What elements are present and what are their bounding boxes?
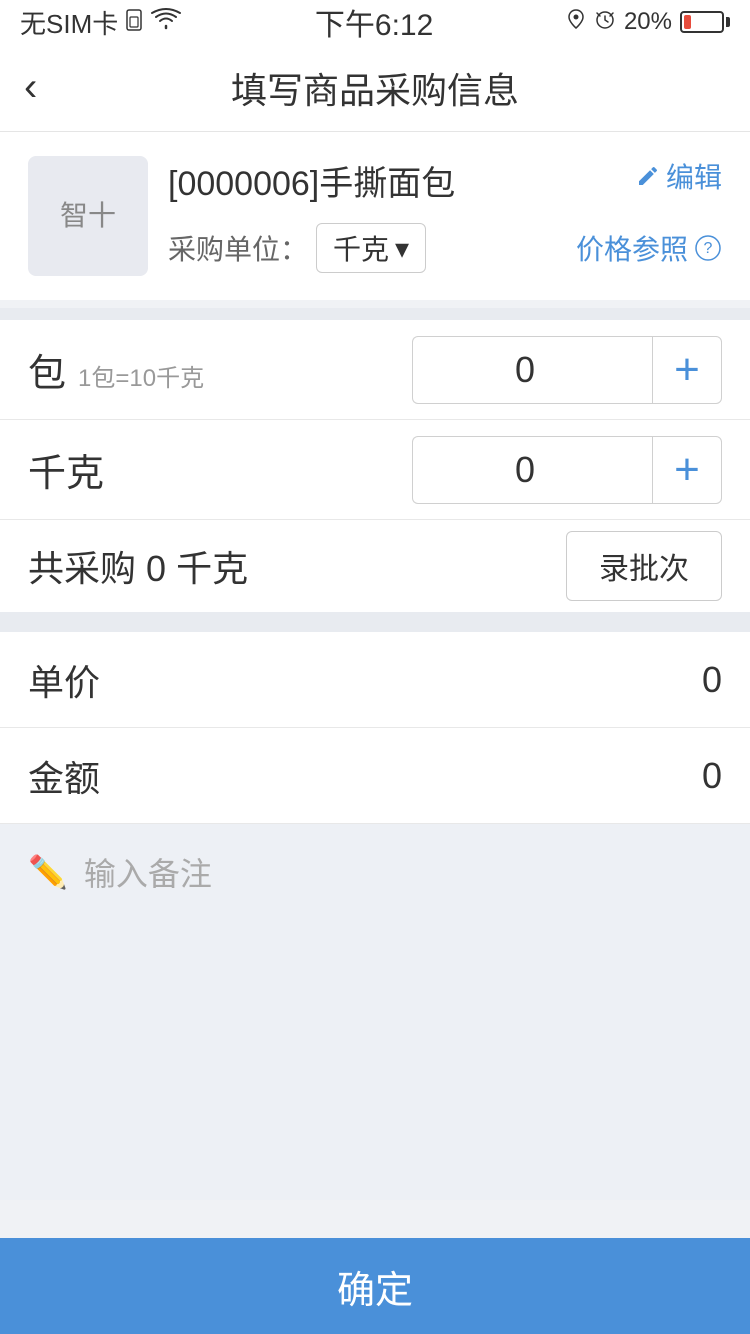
product-card: 智十 [0000006]手撕面包 编辑 采购单位： 千克 ▾ 价格参照	[0, 132, 750, 308]
bag-input-row: 包 1包=10千克 +	[0, 320, 750, 420]
kg-main-label: 千克	[28, 442, 104, 497]
divider-2	[0, 620, 750, 632]
carrier-label: 无SIM卡	[20, 4, 118, 41]
unit-price-row: 单价 0	[0, 632, 750, 728]
bag-input-right: +	[228, 336, 722, 404]
nav-bar: ‹ 填写商品采购信息	[0, 44, 750, 132]
amount-label: 金额	[28, 750, 100, 802]
price-info-section: 单价 0 金额 0	[0, 632, 750, 824]
summary-row: 共采购 0 千克 录批次	[0, 520, 750, 620]
product-logo: 智十	[60, 199, 116, 233]
status-time: 下午6:12	[315, 0, 433, 44]
wifi-icon	[150, 7, 182, 38]
unit-label: 采购单位： 千克 ▾	[168, 223, 426, 273]
amount-row: 金额 0	[0, 728, 750, 824]
sim-icon	[126, 7, 142, 38]
summary-text: 共采购 0 千克	[28, 540, 248, 592]
kg-plus-button[interactable]: +	[652, 436, 722, 504]
bag-quantity-input[interactable]	[412, 336, 652, 404]
bag-sub-label: 1包=10千克	[78, 358, 204, 393]
alarm-icon	[594, 8, 616, 37]
product-name: [0000006]手撕面包	[168, 156, 455, 205]
bag-label-group: 包 1包=10千克	[28, 342, 228, 397]
battery-icon	[680, 11, 730, 33]
kg-label-group: 千克	[28, 442, 228, 497]
input-section: 包 1包=10千克 + 千克 +	[0, 320, 750, 520]
page-title: 填写商品采购信息	[231, 62, 519, 114]
edit-button[interactable]: 编辑	[636, 156, 722, 196]
amount-value: 0	[702, 755, 722, 797]
status-left: 无SIM卡	[20, 4, 182, 41]
product-header: [0000006]手撕面包 编辑	[168, 156, 722, 205]
remarks-section[interactable]: ✏️ 输入备注	[0, 824, 750, 920]
unit-price-value: 0	[702, 659, 722, 701]
pencil-icon: ✏️	[28, 853, 68, 891]
remarks-placeholder: 输入备注	[84, 849, 212, 895]
kg-input-right: +	[228, 436, 722, 504]
status-right: 20%	[566, 8, 730, 37]
bag-plus-button[interactable]: +	[652, 336, 722, 404]
svg-text:?: ?	[704, 240, 713, 257]
price-reference-button[interactable]: 价格参照 ?	[576, 228, 722, 268]
confirm-button[interactable]: 确定	[0, 1238, 750, 1334]
product-info: [0000006]手撕面包 编辑 采购单位： 千克 ▾ 价格参照 ?	[168, 156, 722, 273]
unit-select[interactable]: 千克 ▾	[316, 223, 426, 273]
product-unit-row: 采购单位： 千克 ▾ 价格参照 ?	[168, 223, 722, 273]
confirm-label: 确定	[337, 1259, 413, 1314]
record-batch-button[interactable]: 录批次	[566, 531, 722, 601]
divider-1	[0, 308, 750, 320]
back-button[interactable]: ‹	[24, 65, 37, 110]
battery-percent: 20%	[624, 8, 672, 36]
location-icon	[566, 8, 586, 37]
bag-main-label: 包	[28, 342, 66, 397]
dropdown-icon: ▾	[395, 232, 409, 265]
status-bar: 无SIM卡 下午6:12	[0, 0, 750, 44]
bottom-spacer	[0, 920, 750, 1200]
kg-quantity-input[interactable]	[412, 436, 652, 504]
kg-input-row: 千克 +	[0, 420, 750, 520]
unit-price-label: 单价	[28, 654, 100, 706]
product-image: 智十	[28, 156, 148, 276]
